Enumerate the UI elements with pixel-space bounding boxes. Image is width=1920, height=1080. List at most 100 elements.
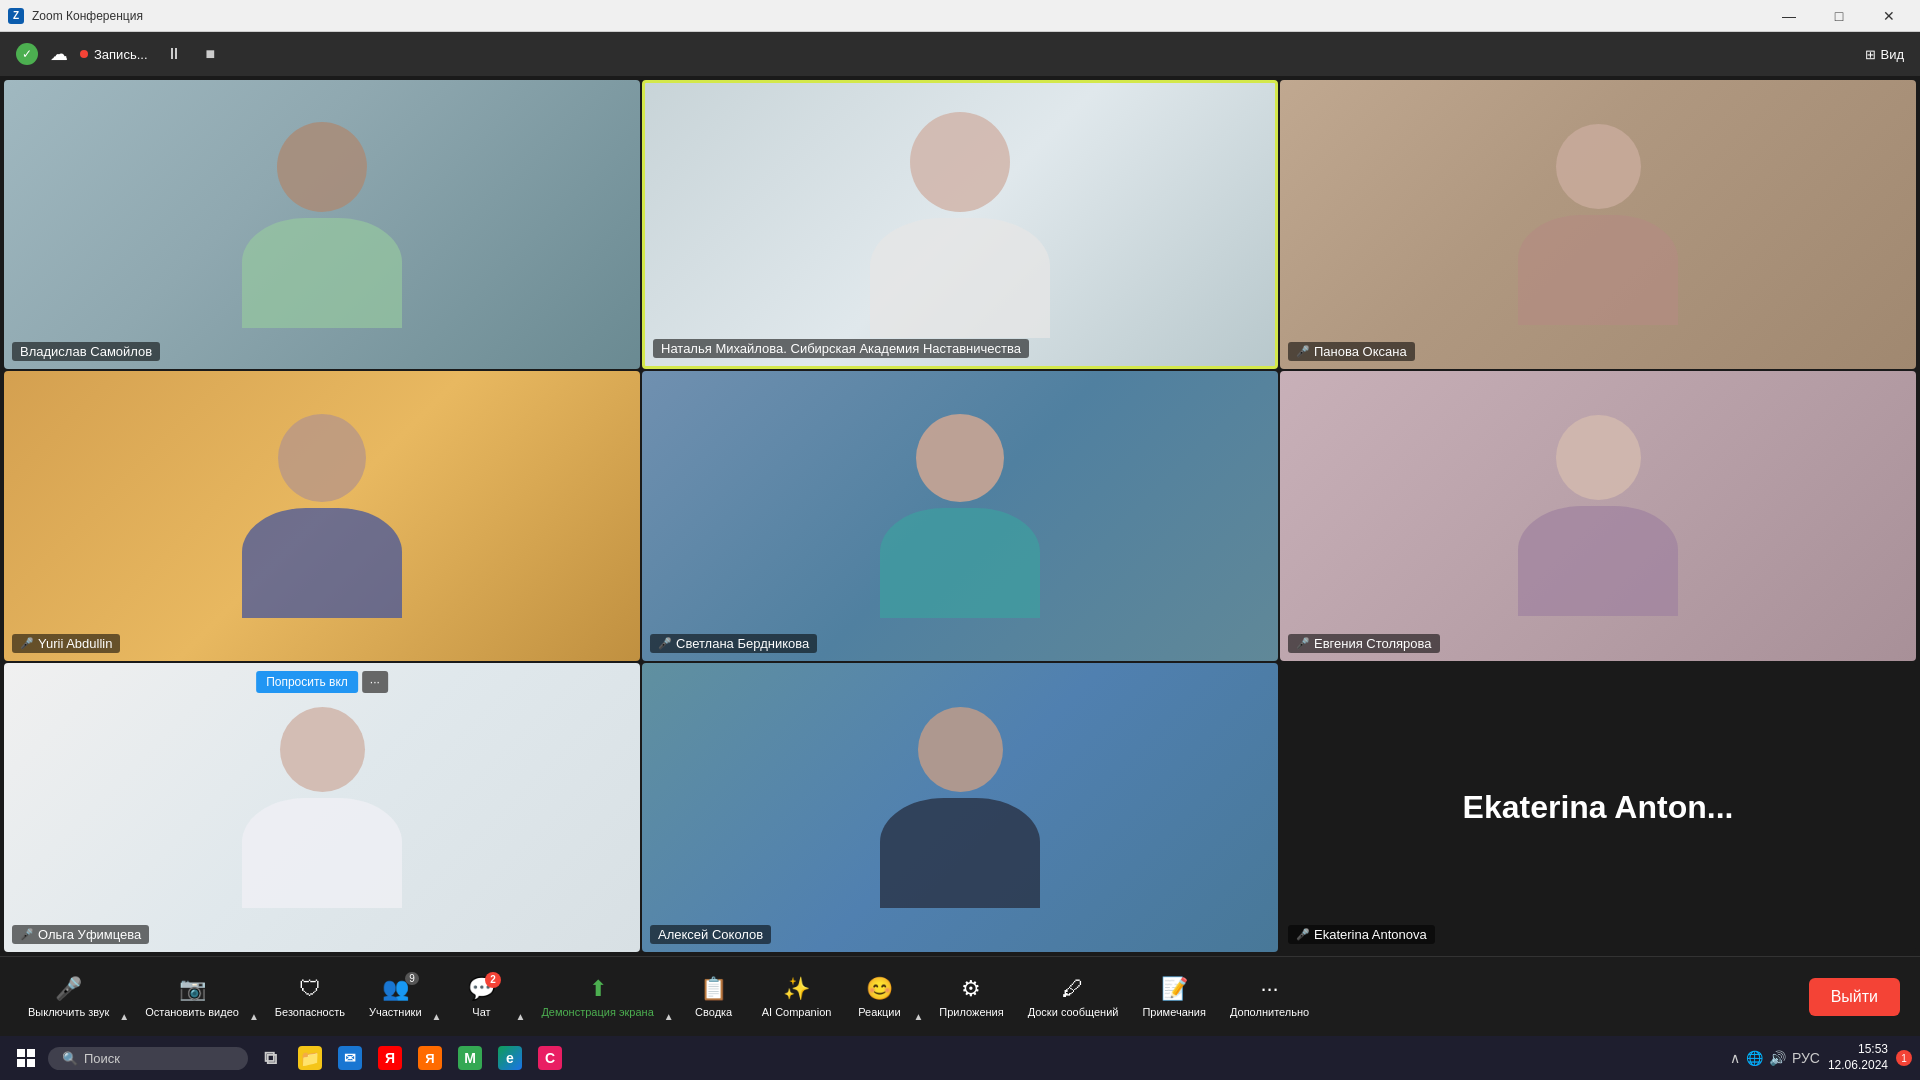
participant-name-olga: 🎤 Ольга Уфимцева bbox=[12, 925, 149, 944]
stop-recording-button[interactable]: ■ bbox=[200, 41, 222, 67]
cloud-icon: ☁ bbox=[50, 43, 68, 65]
notification-count[interactable]: 1 bbox=[1896, 1050, 1912, 1066]
titlebar-left: Z Zoom Конференция bbox=[8, 8, 143, 24]
mail-icon: ✉ bbox=[338, 1046, 362, 1070]
request-enable-button[interactable]: Попросить вкл bbox=[256, 671, 358, 693]
apps-button[interactable]: ⚙ Приложения bbox=[931, 972, 1011, 1022]
participant-name-yurii: 🎤 Yurii Abdullin bbox=[12, 634, 120, 653]
clock[interactable]: 15:53 12.06.2024 bbox=[1828, 1042, 1888, 1073]
close-button[interactable]: ✕ bbox=[1866, 0, 1912, 32]
ai-icon: ✨ bbox=[783, 976, 810, 1002]
chat-icon: 💬 2 bbox=[468, 976, 495, 1002]
ai-companion-button[interactable]: ✨ AI Companion bbox=[754, 972, 840, 1022]
summary-icon: 📋 bbox=[700, 976, 727, 1002]
titlebar: Z Zoom Конференция — □ ✕ bbox=[0, 0, 1920, 32]
participant-name-svetlana: 🎤 Светлана Бердникова bbox=[650, 634, 817, 653]
search-placeholder: Поиск bbox=[84, 1051, 120, 1066]
participants-count: 9 bbox=[405, 972, 419, 985]
security-shield-icon[interactable]: ✓ bbox=[16, 43, 38, 65]
notes-label: Примечания bbox=[1142, 1006, 1206, 1018]
taskbar-right: ∧ 🌐 🔊 РУС 15:53 12.06.2024 1 bbox=[1730, 1042, 1912, 1073]
share-label: Демонстрация экрана bbox=[541, 1006, 653, 1018]
pause-recording-button[interactable]: ⏸ bbox=[160, 41, 188, 67]
participant-cell-svetlana: 🎤 Светлана Бердникова bbox=[642, 371, 1278, 660]
search-bar[interactable]: 🔍 Поиск bbox=[48, 1047, 248, 1070]
zoom-toolbar-left: ✓ ☁ Запись... ⏸ ■ bbox=[16, 41, 221, 67]
edge-icon: e bbox=[498, 1046, 522, 1070]
mic-muted-icon-svetlana: 🎤 bbox=[658, 637, 672, 650]
date-display: 12.06.2024 bbox=[1828, 1058, 1888, 1074]
maximize-button[interactable]: □ bbox=[1816, 0, 1862, 32]
view-button[interactable]: ⊞ Вид bbox=[1865, 47, 1904, 62]
task-view-icon: ⧉ bbox=[258, 1046, 282, 1070]
chat-button[interactable]: 💬 2 Чат bbox=[449, 972, 513, 1022]
whiteboard-label: Доски сообщений bbox=[1028, 1006, 1119, 1018]
start-button[interactable] bbox=[8, 1040, 44, 1076]
reactions-arrow[interactable]: ▲ bbox=[913, 1011, 923, 1022]
security-button[interactable]: 🛡 Безопасность bbox=[267, 972, 353, 1022]
whiteboard-button[interactable]: 🖊 Доски сообщений bbox=[1020, 972, 1127, 1022]
video-group: 📷 Остановить видео ▲ bbox=[137, 972, 259, 1022]
leave-meeting-button[interactable]: Выйти bbox=[1809, 978, 1900, 1016]
share-screen-button[interactable]: ⬆ Демонстрация экрана bbox=[533, 972, 661, 1022]
participants-label: Участники bbox=[369, 1006, 422, 1018]
participant-cell-evgeniya: 🎤 Евгения Столярова bbox=[1280, 371, 1916, 660]
ai-label: AI Companion bbox=[762, 1006, 832, 1018]
microphone-icon: 🎤 bbox=[55, 976, 82, 1002]
speaker-icon[interactable]: 🔊 bbox=[1769, 1050, 1786, 1066]
taskbar-edge[interactable]: e bbox=[492, 1040, 528, 1076]
taskbar-app7[interactable]: C bbox=[532, 1040, 568, 1076]
more-button[interactable]: ··· Дополнительно bbox=[1222, 972, 1317, 1022]
taskbar-yandex[interactable]: Я bbox=[372, 1040, 408, 1076]
windows-logo-icon bbox=[17, 1049, 35, 1067]
yandex2-icon: Я bbox=[418, 1046, 442, 1070]
taskbar-mail[interactable]: ✉ bbox=[332, 1040, 368, 1076]
network-icon[interactable]: 🌐 bbox=[1746, 1050, 1763, 1066]
app7-icon: C bbox=[538, 1046, 562, 1070]
reactions-button[interactable]: 😊 Реакции bbox=[847, 972, 911, 1022]
participant-name-panova: 🎤 Панова Оксана bbox=[1288, 342, 1415, 361]
mute-label: Выключить звук bbox=[28, 1006, 109, 1018]
participants-arrow[interactable]: ▲ bbox=[432, 1011, 442, 1022]
security-label: Безопасность bbox=[275, 1006, 345, 1018]
taskbar-explorer[interactable]: 📁 bbox=[292, 1040, 328, 1076]
participants-button[interactable]: 👥 9 Участники bbox=[361, 972, 430, 1022]
recording-dot bbox=[80, 50, 88, 58]
summary-button[interactable]: 📋 Сводка bbox=[682, 972, 746, 1022]
apps-icon: ⚙ bbox=[961, 976, 981, 1002]
share-arrow[interactable]: ▲ bbox=[664, 1011, 674, 1022]
stop-video-button[interactable]: 📷 Остановить видео bbox=[137, 972, 247, 1022]
video-arrow[interactable]: ▲ bbox=[249, 1011, 259, 1022]
participant-cell-yurii: 🎤 Yurii Abdullin bbox=[4, 371, 640, 660]
participant-cell-alexey: Алексей Соколов bbox=[642, 663, 1278, 952]
participant-more-button[interactable]: ··· bbox=[362, 671, 388, 693]
mute-button[interactable]: 🎤 Выключить звук bbox=[20, 972, 117, 1022]
notes-button[interactable]: 📝 Примечания bbox=[1134, 972, 1214, 1022]
request-overlay: Попросить вкл ··· bbox=[256, 671, 388, 693]
chat-arrow[interactable]: ▲ bbox=[515, 1011, 525, 1022]
participants-icon: 👥 9 bbox=[382, 976, 409, 1002]
taskbar-maps[interactable]: M bbox=[452, 1040, 488, 1076]
participant-name-evgeniya: 🎤 Евгения Столярова bbox=[1288, 634, 1440, 653]
shield-icon: 🛡 bbox=[299, 976, 321, 1002]
language-indicator[interactable]: РУС bbox=[1792, 1050, 1820, 1066]
ekaterina-display-name: Ekaterina Anton... bbox=[1463, 789, 1734, 826]
zoom-app-icon: Z bbox=[8, 8, 24, 24]
taskbar-yandex2[interactable]: Я bbox=[412, 1040, 448, 1076]
mute-group: 🎤 Выключить звук ▲ bbox=[20, 972, 129, 1022]
chat-group: 💬 2 Чат ▲ bbox=[449, 972, 525, 1022]
participant-name-ekaterina: 🎤 Ekaterina Antonova bbox=[1288, 925, 1435, 944]
chat-badge: 2 bbox=[485, 972, 501, 988]
minimize-button[interactable]: — bbox=[1766, 0, 1812, 32]
video-grid: Владислав Самойлов Наталья Михайлова. Си… bbox=[0, 76, 1920, 956]
participant-name-vladislav: Владислав Самойлов bbox=[12, 342, 160, 361]
participant-name-natalia: Наталья Михайлова. Сибирская Академия На… bbox=[653, 339, 1029, 358]
whiteboard-icon: 🖊 bbox=[1062, 976, 1084, 1002]
task-view-button[interactable]: ⧉ bbox=[252, 1040, 288, 1076]
tray-chevron[interactable]: ∧ bbox=[1730, 1050, 1740, 1066]
bottom-toolbar: 🎤 Выключить звук ▲ 📷 Остановить видео ▲ … bbox=[0, 956, 1920, 1036]
reactions-label: Реакции bbox=[858, 1006, 901, 1018]
taskbar-left: 🔍 Поиск ⧉ 📁 ✉ Я Я M e bbox=[8, 1040, 568, 1076]
mute-arrow[interactable]: ▲ bbox=[119, 1011, 129, 1022]
camera-icon: 📷 bbox=[179, 976, 206, 1002]
